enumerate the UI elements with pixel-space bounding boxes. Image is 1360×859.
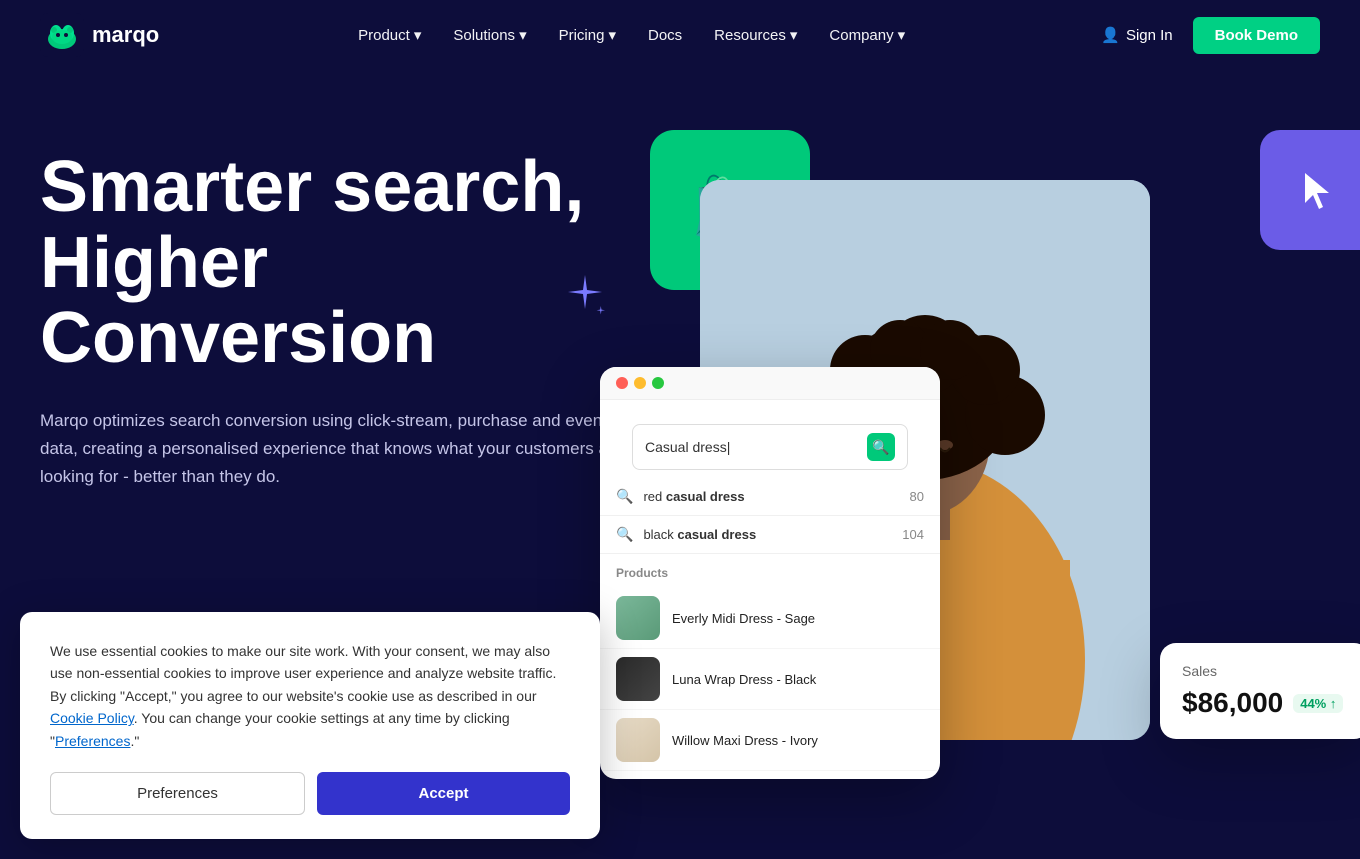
preferences-button[interactable]: Preferences xyxy=(50,772,305,815)
minimize-dot xyxy=(634,377,646,389)
nav-company[interactable]: Company ▾ xyxy=(829,26,905,44)
product-thumbnail xyxy=(616,657,660,701)
search-icon: 🔍 xyxy=(872,439,889,456)
suggestion-text: red casual dress xyxy=(643,489,744,504)
cookie-banner: We use essential cookies to make our sit… xyxy=(20,612,600,839)
chevron-down-icon: ▾ xyxy=(898,26,906,44)
logo[interactable]: marqo xyxy=(40,13,162,57)
suggestion-text: black casual dress xyxy=(643,527,756,542)
suggestion-item[interactable]: 🔍 black casual dress 104 xyxy=(600,516,940,554)
preferences-inline-link[interactable]: Preferences xyxy=(55,733,130,749)
nav-pricing[interactable]: Pricing ▾ xyxy=(559,26,616,44)
user-icon: 👤 xyxy=(1101,26,1120,44)
product-name: Luna Wrap Dress - Black xyxy=(672,672,816,687)
product-thumbnail xyxy=(616,596,660,640)
hero-title: Smarter search, Higher Conversion xyxy=(40,150,680,377)
sales-badge: 44% ↑ xyxy=(1293,694,1343,713)
logo-text: marqo xyxy=(92,22,162,48)
suggestion-count: 80 xyxy=(910,489,924,504)
hero-content: Smarter search, Higher Conversion Marqo … xyxy=(40,110,680,531)
chevron-down-icon: ▾ xyxy=(414,26,422,44)
chevron-down-icon: ▾ xyxy=(790,26,798,44)
search-query-text: Casual dress| xyxy=(645,439,859,455)
chevron-down-icon: ▾ xyxy=(519,26,527,44)
nav-links: Product ▾ Solutions ▾ Pricing ▾ Docs Res… xyxy=(358,26,905,44)
products-section-label: Products xyxy=(600,562,940,588)
search-widget: Casual dress| 🔍 🔍 red casual dress 80 xyxy=(600,367,940,779)
sign-in-button[interactable]: 👤 Sign In xyxy=(1101,26,1172,44)
product-item[interactable]: Willow Maxi Dress - Ivory xyxy=(600,710,940,771)
sales-amount-row: $86,000 44% ↑ xyxy=(1182,687,1348,719)
cookie-actions: Preferences Accept xyxy=(50,772,570,815)
products-section: Products Everly Midi Dress - Sage Luna W… xyxy=(600,554,940,779)
hero-description: Marqo optimizes search conversion using … xyxy=(40,407,640,491)
nav-actions: 👤 Sign In Book Demo xyxy=(1101,17,1320,54)
cookie-policy-link[interactable]: Cookie Policy xyxy=(50,710,134,726)
cursor-card xyxy=(1260,130,1360,250)
maximize-dot xyxy=(652,377,664,389)
product-name: Willow Maxi Dress - Ivory xyxy=(672,733,818,748)
accept-button[interactable]: Accept xyxy=(317,772,570,815)
search-submit-button[interactable]: 🔍 xyxy=(867,433,895,461)
chevron-down-icon: ▾ xyxy=(608,26,616,44)
suggestion-item[interactable]: 🔍 red casual dress 80 xyxy=(600,478,940,516)
svg-text:marqo: marqo xyxy=(92,22,159,47)
product-name: Everly Midi Dress - Sage xyxy=(672,611,815,626)
search-icon-small: 🔍 xyxy=(616,488,633,505)
logo-icon xyxy=(40,13,84,57)
product-item[interactable]: Everly Midi Dress - Sage xyxy=(600,588,940,649)
search-icon-small: 🔍 xyxy=(616,526,633,543)
product-item[interactable]: Luna Wrap Dress - Black xyxy=(600,649,940,710)
sales-label: Sales xyxy=(1182,663,1348,679)
sales-card: Sales $86,000 44% ↑ xyxy=(1160,643,1360,739)
cookie-text: We use essential cookies to make our sit… xyxy=(50,640,570,752)
search-input-area[interactable]: Casual dress| 🔍 xyxy=(632,424,908,470)
window-controls xyxy=(616,377,924,389)
nav-product[interactable]: Product ▾ xyxy=(358,26,421,44)
sales-amount: $86,000 xyxy=(1182,687,1283,719)
nav-docs[interactable]: Docs xyxy=(648,27,682,44)
nav-solutions[interactable]: Solutions ▾ xyxy=(453,26,526,44)
close-dot xyxy=(616,377,628,389)
navbar: marqo Product ▾ Solutions ▾ Pricing ▾ Do… xyxy=(0,0,1360,70)
book-demo-button[interactable]: Book Demo xyxy=(1193,17,1320,54)
nav-resources[interactable]: Resources ▾ xyxy=(714,26,797,44)
suggestions-list: 🔍 red casual dress 80 🔍 black casual dre… xyxy=(600,478,940,554)
suggestion-count: 104 xyxy=(902,527,924,542)
hero-visuals: 🛍️ xyxy=(600,70,1360,859)
cursor-icon xyxy=(1295,165,1345,215)
product-thumbnail xyxy=(616,718,660,762)
sparkle-decoration xyxy=(560,270,610,320)
